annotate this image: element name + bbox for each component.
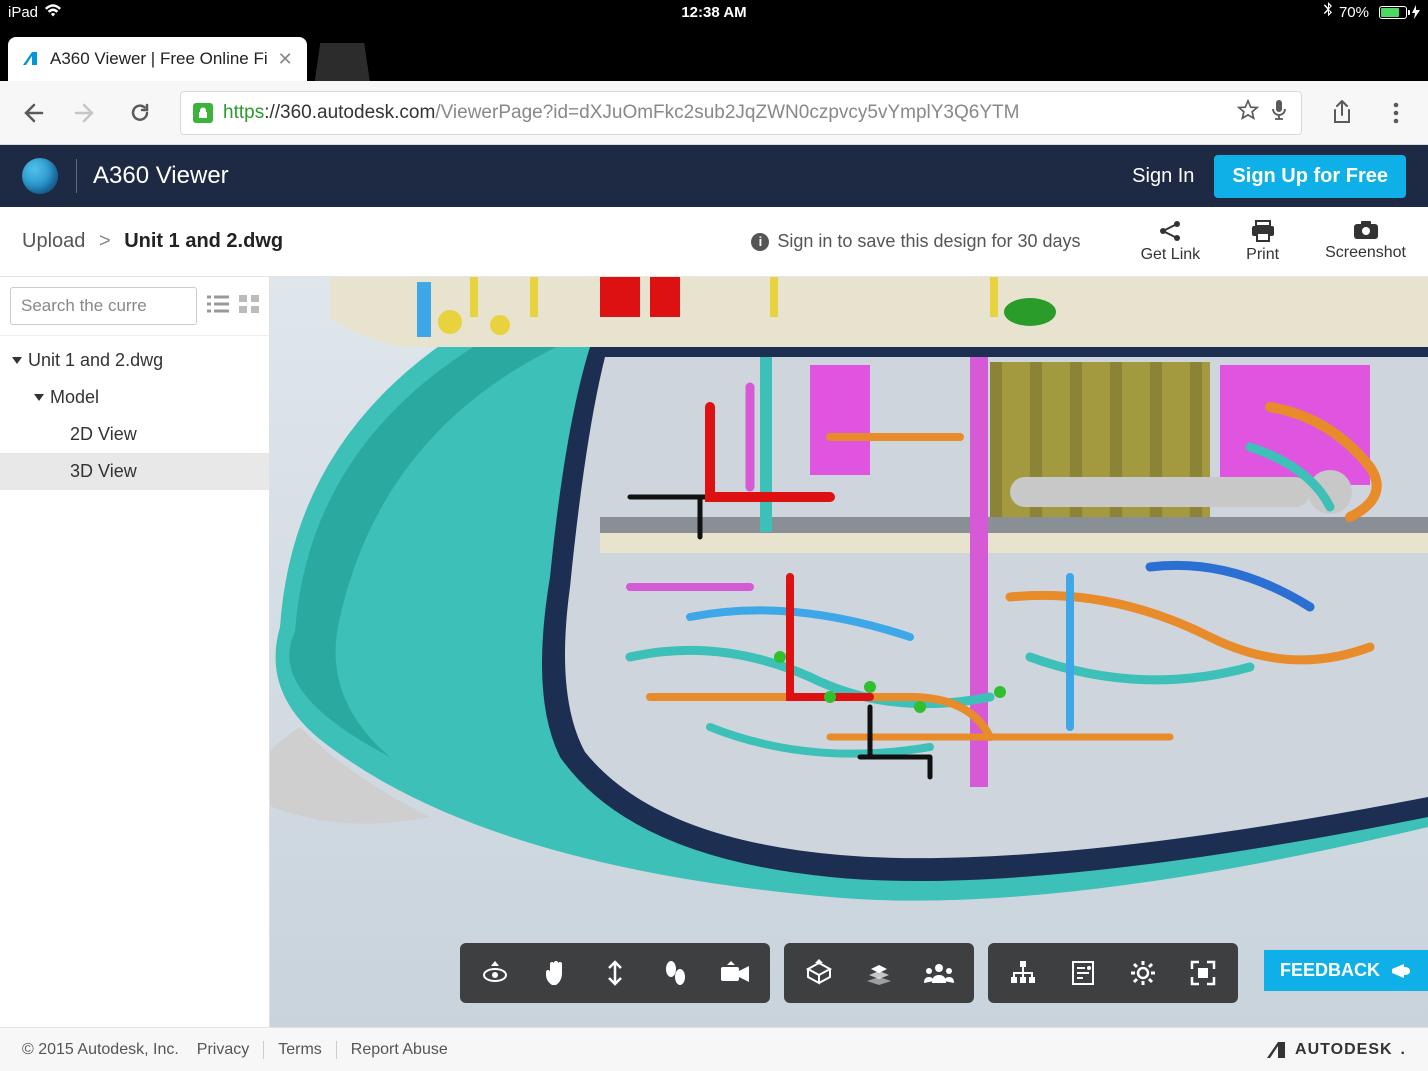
divider	[76, 159, 77, 193]
ios-status-bar: iPad 12:38 AM 70%	[0, 0, 1428, 24]
tree-node-3d-view[interactable]: 3D View	[0, 453, 269, 490]
privacy-link[interactable]: Privacy	[179, 1041, 263, 1059]
section-button[interactable]	[792, 951, 846, 995]
ship-3d-model	[270, 277, 1428, 1027]
caret-down-icon	[34, 394, 44, 401]
close-icon[interactable]: ✕	[278, 49, 293, 70]
settings-button[interactable]	[1116, 951, 1170, 995]
structure-button[interactable]	[996, 951, 1050, 995]
url-text: https://360.autodesk.com/ViewerPage?id=d…	[223, 102, 1227, 124]
camera-icon	[1352, 220, 1380, 240]
model-browser-panel: Search the curre Unit 1 and 2.dwg Model …	[0, 277, 270, 1027]
fullscreen-button[interactable]	[1176, 951, 1230, 995]
orbit-button[interactable]	[468, 951, 522, 995]
info-icon: i	[751, 233, 769, 251]
page-footer: © 2015 Autodesk, Inc. Privacy Terms Repo…	[0, 1027, 1428, 1071]
print-icon	[1250, 220, 1276, 242]
bluetooth-icon	[1323, 2, 1333, 22]
walk-button[interactable]	[648, 951, 702, 995]
breadcrumb-current: Unit 1 and 2.dwg	[124, 230, 283, 252]
screenshot-button[interactable]: Screenshot	[1325, 220, 1406, 264]
reload-button[interactable]	[126, 99, 154, 127]
zoom-button[interactable]	[588, 951, 642, 995]
browser-tab[interactable]: A360 Viewer | Free Online Fi ✕	[8, 37, 307, 81]
megaphone-icon	[1390, 961, 1412, 981]
wifi-icon	[44, 3, 62, 21]
nav-tool-group	[460, 943, 770, 1003]
tab-title: A360 Viewer | Free Online Fi	[50, 49, 268, 69]
battery-percent: 70%	[1339, 4, 1369, 21]
autodesk-logo: AUTODESK.	[1265, 1041, 1406, 1059]
back-button[interactable]	[18, 99, 46, 127]
footer-links: Privacy Terms Report Abuse	[179, 1041, 462, 1059]
a360-logo-icon	[22, 158, 58, 194]
app-header: A360 Viewer Sign In Sign Up for Free	[0, 145, 1428, 207]
browser-tab-strip: A360 Viewer | Free Online Fi ✕	[0, 24, 1428, 81]
grid-view-icon[interactable]	[239, 295, 259, 318]
battery-icon	[1375, 5, 1420, 19]
menu-button[interactable]	[1382, 99, 1410, 127]
address-bar[interactable]: https://360.autodesk.com/ViewerPage?id=d…	[180, 91, 1302, 135]
share-icon	[1158, 220, 1182, 242]
settings-tool-group	[988, 943, 1238, 1003]
get-link-button[interactable]: Get Link	[1141, 220, 1201, 264]
explode-button[interactable]	[852, 951, 906, 995]
breadcrumb: Upload > Unit 1 and 2.dwg	[22, 230, 283, 253]
breadcrumb-root[interactable]: Upload	[22, 230, 85, 252]
search-input[interactable]: Search the curre	[10, 287, 197, 325]
view-tool-group	[784, 943, 974, 1003]
caret-down-icon	[12, 357, 22, 364]
lock-icon	[193, 103, 213, 123]
tree-node-model[interactable]: Model	[0, 379, 269, 416]
pan-button[interactable]	[528, 951, 582, 995]
model-tree: Unit 1 and 2.dwg Model 2D View 3D View	[0, 336, 269, 496]
forward-button[interactable]	[72, 99, 100, 127]
autodesk-icon	[1265, 1041, 1287, 1059]
terms-link[interactable]: Terms	[263, 1041, 336, 1059]
autodesk-favicon-icon	[20, 49, 40, 69]
app-title: A360 Viewer	[93, 162, 229, 190]
camera-button[interactable]	[708, 951, 762, 995]
properties-button[interactable]	[1056, 951, 1110, 995]
tree-node-2d-view[interactable]: 2D View	[0, 416, 269, 453]
viewer-toolbar	[460, 943, 1238, 1003]
browser-toolbar: https://360.autodesk.com/ViewerPage?id=d…	[0, 81, 1428, 145]
copyright: © 2015 Autodesk, Inc.	[22, 1041, 179, 1059]
sign-up-button[interactable]: Sign Up for Free	[1214, 155, 1406, 198]
collaboration-button[interactable]	[912, 951, 966, 995]
tree-root[interactable]: Unit 1 and 2.dwg	[0, 342, 269, 379]
clock: 12:38 AM	[681, 4, 746, 21]
list-view-icon[interactable]	[207, 295, 229, 318]
3d-viewport[interactable]: FEEDBACK	[270, 277, 1428, 1027]
new-tab-button[interactable]	[315, 43, 370, 81]
feedback-button[interactable]: FEEDBACK	[1264, 950, 1428, 991]
signin-hint: i Sign in to save this design for 30 day…	[751, 231, 1080, 252]
report-abuse-link[interactable]: Report Abuse	[336, 1041, 462, 1059]
print-button[interactable]: Print	[1246, 220, 1279, 264]
device-label: iPad	[8, 4, 38, 21]
share-button[interactable]	[1328, 99, 1356, 127]
mic-icon[interactable]	[1269, 99, 1289, 127]
star-icon[interactable]	[1237, 99, 1259, 127]
sub-toolbar: Upload > Unit 1 and 2.dwg i Sign in to s…	[0, 207, 1428, 277]
sign-in-link[interactable]: Sign In	[1132, 165, 1194, 188]
